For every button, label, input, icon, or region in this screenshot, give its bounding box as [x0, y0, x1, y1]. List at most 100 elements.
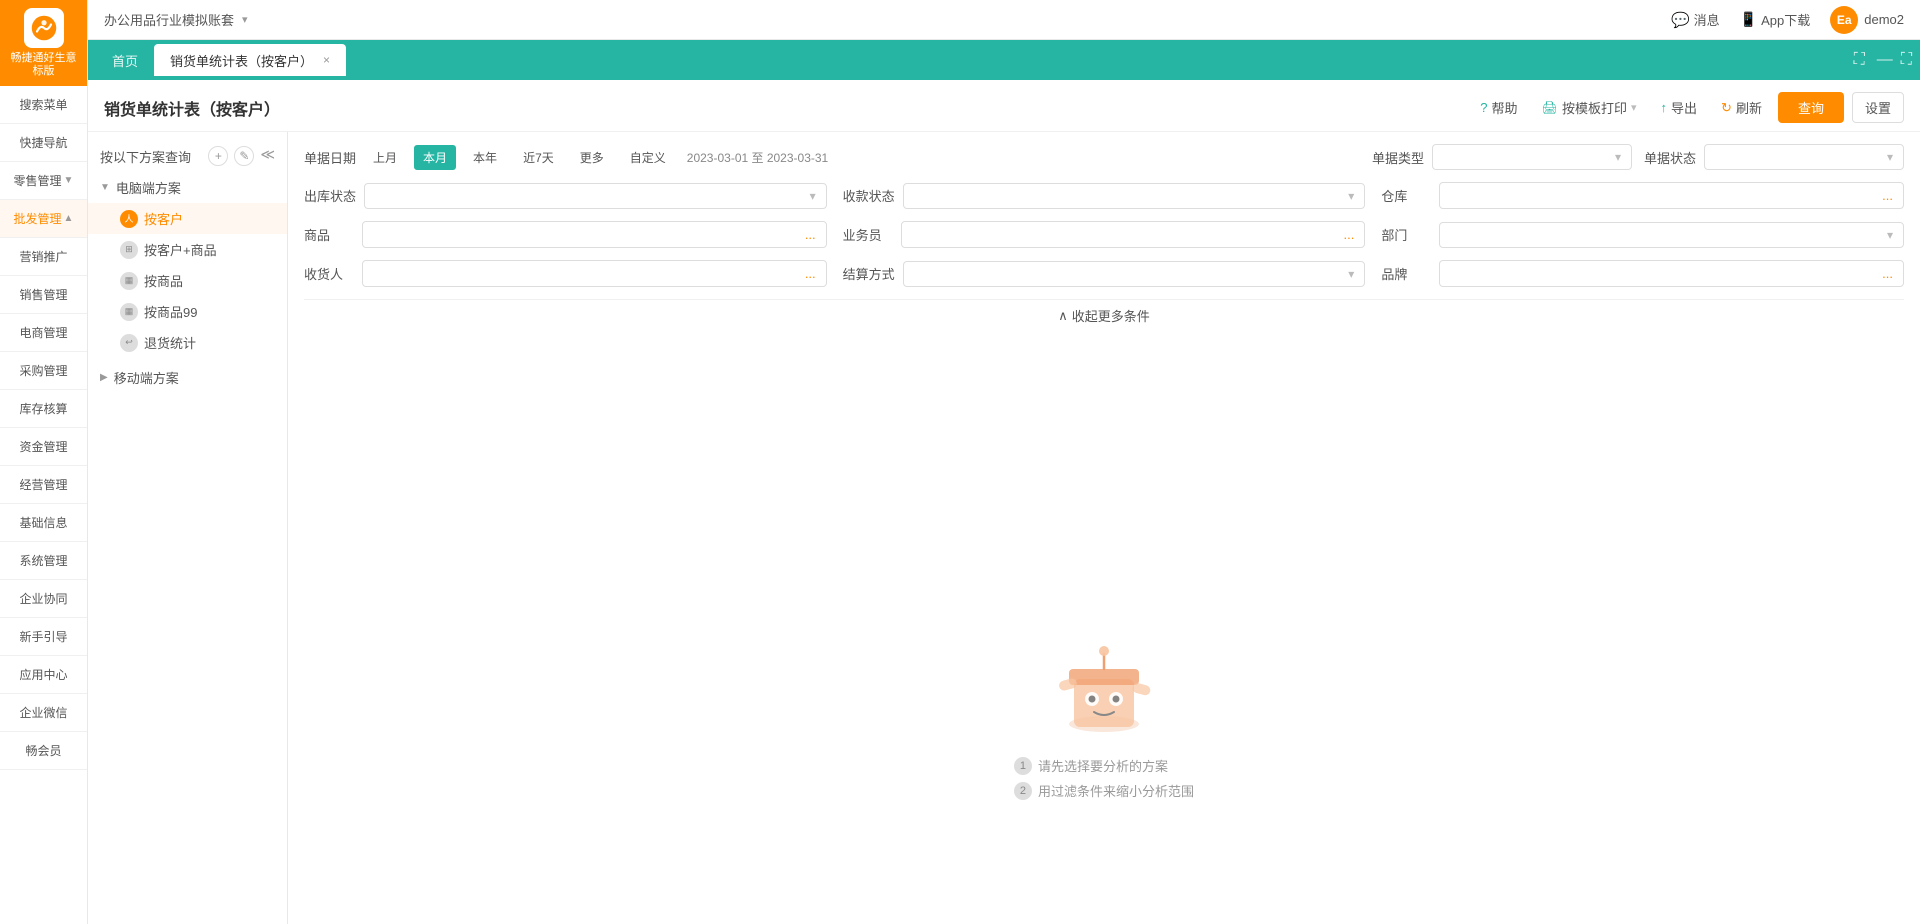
page-header-actions: ? 帮助 🖨 按模板打印 ▾ ↑ 导出 ↻ 刷新 查询 设置 — [1472, 92, 1904, 123]
logo-area[interactable]: 畅捷通好生意 标版 — [0, 0, 87, 86]
sidebar-item-ecommerce[interactable]: 电商管理 — [0, 314, 87, 352]
brand-label: 品牌 — [1381, 264, 1431, 283]
sidebar-item-basic[interactable]: 基础信息 — [0, 504, 87, 542]
warehouse-more-icon[interactable]: ... — [1882, 188, 1893, 203]
page-title: 销货单统计表（按客户） — [104, 96, 280, 120]
product-more-icon[interactable]: ... — [805, 227, 816, 242]
tip-item-1: 1 请先选择要分析的方案 — [1014, 756, 1194, 775]
sidebar-item-wechat[interactable]: 企业微信 — [0, 694, 87, 732]
filter-receipt-status: 收款状态 ▾ — [843, 182, 1366, 209]
recipient-more-icon[interactable]: ... — [805, 266, 816, 281]
sidebar-item-wholesale[interactable]: 批发管理 ▲ — [0, 200, 87, 238]
sidebar-item-search[interactable]: 搜索菜单 — [0, 86, 87, 124]
date-btn-custom[interactable]: 自定义 — [621, 145, 675, 170]
warehouse-input[interactable]: ... — [1439, 182, 1904, 209]
brand-input[interactable]: ... — [1439, 260, 1904, 287]
settings-button[interactable]: 设置 — [1852, 92, 1904, 123]
scheme-header: 按以下方案查询 + ✎ ≪ — [88, 140, 287, 172]
collapse-more-label: 收起更多条件 — [1072, 306, 1150, 325]
recipient-input[interactable]: ... — [362, 260, 827, 287]
doc-type-select[interactable]: ▾ — [1432, 144, 1632, 170]
sidebar-item-retail[interactable]: 零售管理 ▼ — [0, 162, 87, 200]
by-product-label: 按商品 — [144, 271, 275, 290]
tab-expand-icon[interactable]: ⛶ — [1846, 51, 1873, 69]
retail-arrow-icon: ▼ — [64, 175, 74, 186]
scheme-edit-icon[interactable]: ✎ — [234, 146, 254, 166]
empty-illustration — [1044, 624, 1164, 744]
sidebar-item-marketing[interactable]: 营销推广 — [0, 238, 87, 276]
sidebar-item-enterprise[interactable]: 企业协同 — [0, 580, 87, 618]
salesperson-input[interactable]: ... — [901, 221, 1366, 248]
query-button[interactable]: 查询 — [1778, 92, 1844, 123]
tab-close-icon[interactable]: × — [323, 53, 330, 67]
sidebar-item-finance[interactable]: 资金管理 — [0, 428, 87, 466]
sidebar-item-newbie[interactable]: 新手引导 — [0, 618, 87, 656]
user-btn[interactable]: Ea demo2 — [1830, 6, 1904, 34]
doc-status-select[interactable]: ▾ — [1704, 144, 1904, 170]
sidebar-item-inventory[interactable]: 库存核算 — [0, 390, 87, 428]
sidebar-item-purchase[interactable]: 采购管理 — [0, 352, 87, 390]
sidebar-item-operations[interactable]: 经营管理 — [0, 466, 87, 504]
filter-row-1: 单据日期 上月 本月 本年 近7天 更多 自定义 2023-03-01 至 20… — [304, 144, 1904, 170]
mobile-group[interactable]: ▶ 移动端方案 — [88, 362, 287, 393]
collapse-more-btn[interactable]: ∧ 收起更多条件 — [304, 299, 1904, 331]
date-btn-more[interactable]: 更多 — [571, 145, 613, 170]
app-download-btn[interactable]: 📱 App下载 — [1740, 10, 1811, 29]
receipt-status-select[interactable]: ▾ — [903, 183, 1366, 209]
tab-minimize-icon[interactable]: — — [1877, 51, 1893, 69]
filter-recipient: 收货人 ... — [304, 260, 827, 287]
sidebar-item-appcenter[interactable]: 应用中心 — [0, 656, 87, 694]
export-btn[interactable]: ↑ 导出 — [1653, 94, 1706, 121]
refresh-btn[interactable]: ↻ 刷新 — [1713, 94, 1770, 121]
date-btn-this-year[interactable]: 本年 — [464, 145, 506, 170]
out-status-select[interactable]: ▾ — [364, 183, 827, 209]
sidebar-item-member[interactable]: 畅会员 — [0, 732, 87, 770]
filter-row-2: 出库状态 ▾ 收款状态 ▾ — [304, 182, 1904, 209]
tab-fullscreen-icon[interactable]: ⛶ — [1901, 51, 1912, 69]
scheme-item-by-product[interactable]: ▦ 按商品 — [88, 265, 287, 296]
collapse-up-icon: ∧ — [1058, 308, 1068, 324]
avatar: Ea — [1830, 6, 1858, 34]
industry-dropdown-icon[interactable]: ▾ — [242, 13, 248, 26]
settlement-select[interactable]: ▾ — [903, 261, 1366, 287]
header-left: 办公用品行业模拟账套 ▾ — [104, 10, 248, 29]
tab-sales-stats[interactable]: 销货单统计表（按客户） × — [154, 44, 346, 76]
scheme-item-by-product99[interactable]: ▦ 按商品99 — [88, 296, 287, 327]
date-btn-this-month[interactable]: 本月 — [414, 145, 456, 170]
scheme-item-return-stats[interactable]: ↩ 退货统计 — [88, 327, 287, 358]
tab-home[interactable]: 首页 — [96, 44, 154, 76]
filter-product: 商品 ... — [304, 221, 827, 248]
download-icon: 📱 — [1740, 11, 1757, 28]
scheme-add-icon[interactable]: + — [208, 146, 228, 166]
sidebar-item-quicknav[interactable]: 快捷导航 — [0, 124, 87, 162]
tab-window-controls: — ⛶ — [1877, 51, 1912, 69]
date-btn-last7days[interactable]: 近7天 — [514, 145, 563, 170]
desktop-group-title[interactable]: ▼ 电脑端方案 — [88, 172, 287, 203]
product-input[interactable]: ... — [362, 221, 827, 248]
messages-btn[interactable]: 💬 消息 — [1671, 10, 1720, 29]
tip-text-1: 请先选择要分析的方案 — [1038, 756, 1168, 775]
desktop-group-arrow-icon: ▼ — [100, 182, 110, 193]
main-area: 办公用品行业模拟账套 ▾ 💬 消息 📱 App下载 Ea demo2 首页 销货… — [88, 0, 1920, 924]
department-select[interactable]: ▾ — [1439, 222, 1904, 248]
brand-more-icon[interactable]: ... — [1882, 266, 1893, 281]
scheme-collapse-btn[interactable]: ≪ — [260, 146, 275, 166]
by-product99-label: 按商品99 — [144, 302, 275, 321]
username: demo2 — [1864, 12, 1904, 27]
help-btn[interactable]: ? 帮助 — [1472, 94, 1525, 121]
print-btn[interactable]: 🖨 按模板打印 ▾ — [1533, 94, 1644, 121]
filter-salesperson: 业务员 ... — [843, 221, 1366, 248]
product-label: 商品 — [304, 225, 354, 244]
by-customer-label: 按客户 — [144, 209, 275, 228]
salesperson-more-icon[interactable]: ... — [1343, 227, 1354, 242]
scheme-item-by-customer-product[interactable]: ⊞ 按客户+商品 — [88, 234, 287, 265]
header-right: 💬 消息 📱 App下载 Ea demo2 — [1671, 6, 1904, 34]
settlement-arrow-icon: ▾ — [1348, 267, 1354, 281]
page-header: 销货单统计表（按客户） ? 帮助 🖨 按模板打印 ▾ ↑ 导出 ↻ 刷新 — [88, 80, 1920, 132]
date-btn-last-month[interactable]: 上月 — [364, 145, 406, 170]
sidebar-item-sales[interactable]: 销售管理 — [0, 276, 87, 314]
sidebar-item-system[interactable]: 系统管理 — [0, 542, 87, 580]
out-status-arrow-icon: ▾ — [810, 189, 816, 203]
print-dropdown-icon[interactable]: ▾ — [1631, 101, 1637, 114]
scheme-item-by-customer[interactable]: 人 按客户 — [88, 203, 287, 234]
